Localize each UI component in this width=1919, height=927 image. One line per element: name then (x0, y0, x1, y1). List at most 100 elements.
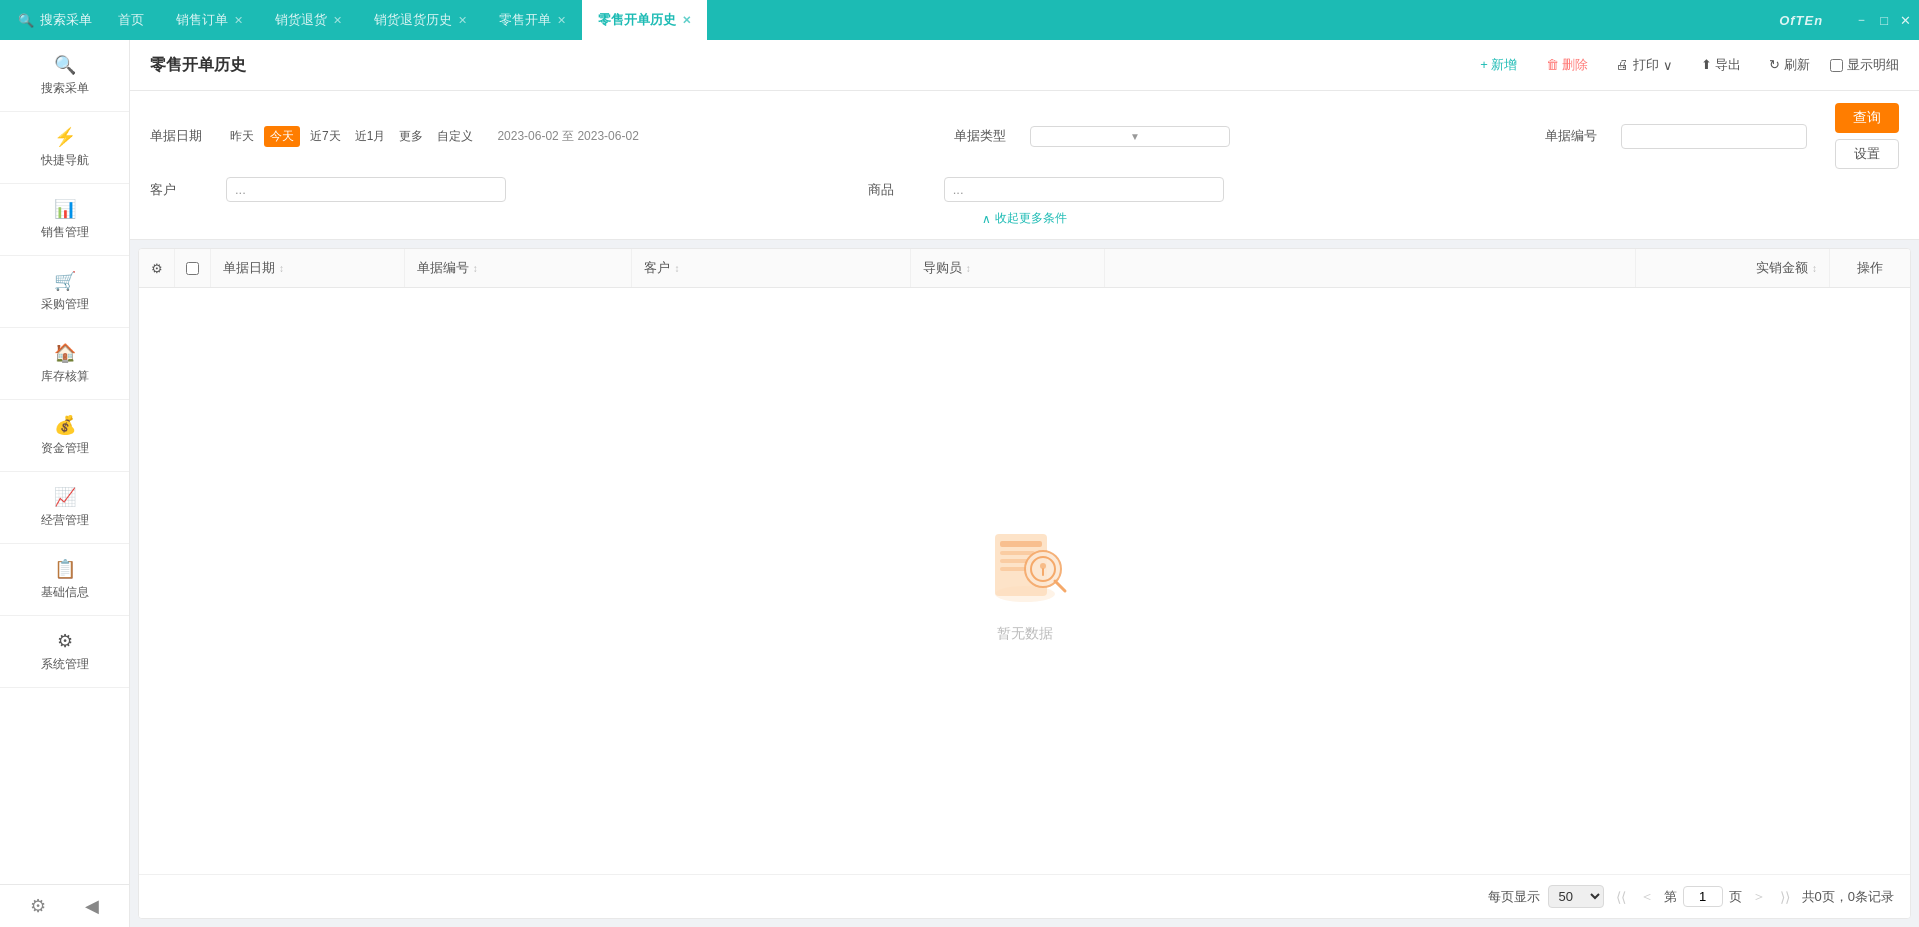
sidebar-icon-system: ⚙ (57, 630, 73, 652)
th-guide-label: 导购员 (923, 259, 962, 277)
date-buttons: 昨天今天近7天近1月更多自定义 (226, 126, 477, 147)
product-select[interactable]: ... (944, 177, 1224, 202)
next-page-btn[interactable]: ＞ (1748, 886, 1770, 908)
per-page-select[interactable]: 50 10 20 100 (1548, 885, 1604, 908)
per-page-label: 每页显示 (1488, 888, 1540, 906)
th-number-label: 单据编号 (417, 259, 469, 277)
sort-number-icon: ↕ (473, 263, 478, 274)
type-arrow: ▼ (1130, 131, 1221, 142)
date-btn-自定义[interactable]: 自定义 (433, 126, 477, 147)
nav-tab-sales-return[interactable]: 销货退货 ✕ (259, 0, 358, 40)
th-check (175, 249, 211, 287)
sidebar-icon-inventory: 🏠 (54, 342, 76, 364)
search-icon: 🔍 (18, 13, 34, 28)
nav-tab-retail-open[interactable]: 零售开单 ✕ (483, 0, 582, 40)
total-info: 共0页，0条记录 (1802, 888, 1894, 906)
product-label: 商品 (868, 181, 928, 199)
tab-close-sales-return-history[interactable]: ✕ (458, 14, 467, 27)
show-detail-label: 显示明细 (1847, 56, 1899, 74)
select-all-checkbox[interactable] (186, 262, 199, 275)
date-btn-近7天[interactable]: 近7天 (306, 126, 345, 147)
th-guide[interactable]: 导购员 ↕ (911, 249, 1105, 287)
settings-icon[interactable]: ⚙ (30, 895, 46, 917)
th-middle (1105, 249, 1637, 287)
brand-text: OfTEn (1779, 13, 1823, 28)
collapse-button[interactable]: ∧ 收起更多条件 (150, 210, 1899, 227)
tab-close-sales-return[interactable]: ✕ (333, 14, 342, 27)
sidebar-icon-search: 🔍 (54, 54, 76, 76)
page-header: 零售开单历史 + 新增 🗑 删除 🖨 打印 ∨ ⬆ 导出 ↻ 刷新 显示明细 (130, 40, 1919, 91)
product-placeholder: ... (953, 182, 1215, 197)
customer-select[interactable]: ... (226, 177, 506, 202)
print-button[interactable]: 🖨 打印 ∨ (1608, 52, 1681, 78)
sidebar-icon-purchase-mgmt: 🛒 (54, 270, 76, 292)
sidebar-item-purchase-mgmt[interactable]: 🛒采购管理 (0, 256, 129, 328)
prev-page-btn[interactable]: ＜ (1636, 886, 1658, 908)
add-button[interactable]: + 新增 (1472, 52, 1525, 78)
sidebar-icon-basic-info: 📋 (54, 558, 76, 580)
nav-tab-sales-order[interactable]: 销售订单 ✕ (160, 0, 259, 40)
nav-tabs: 首页销售订单 ✕销货退货 ✕销货退货历史 ✕零售开单 ✕零售开单历史 ✕ (102, 0, 1779, 40)
first-page-btn[interactable]: ⟨⟨ (1612, 887, 1630, 907)
sidebar-item-sales-mgmt[interactable]: 📊销售管理 (0, 184, 129, 256)
empty-icon (975, 519, 1075, 609)
sidebar-label-business: 经营管理 (41, 512, 89, 529)
sidebar-label-quick-nav: 快捷导航 (41, 152, 89, 169)
table-area: ⚙ 单据日期 ↕ 单据编号 ↕ 客户 ↕ 导购员 ↕ (138, 248, 1911, 919)
date-btn-更多[interactable]: 更多 (395, 126, 427, 147)
sidebar-item-search[interactable]: 🔍搜索采单 (0, 40, 129, 112)
tab-close-retail-open[interactable]: ✕ (557, 14, 566, 27)
last-page-btn[interactable]: ⟩⟩ (1776, 887, 1794, 907)
sidebar-item-basic-info[interactable]: 📋 基础信息 (0, 544, 129, 616)
page-label: 第 (1664, 888, 1677, 906)
sidebar-label-basic-info: 基础信息 (41, 584, 89, 601)
sidebar-item-business[interactable]: 📈经营管理 (0, 472, 129, 544)
show-detail-checkbox[interactable]: 显示明细 (1830, 56, 1899, 74)
search-bar[interactable]: 🔍 搜索采单 (8, 0, 102, 40)
th-number[interactable]: 单据编号 ↕ (405, 249, 633, 287)
date-btn-昨天[interactable]: 昨天 (226, 126, 258, 147)
page-title: 零售开单历史 (150, 55, 246, 76)
close-btn[interactable]: ✕ (1900, 13, 1911, 28)
sort-guide-icon: ↕ (966, 263, 971, 274)
refresh-button[interactable]: ↻ 刷新 (1761, 52, 1818, 78)
query-button[interactable]: 查询 (1835, 103, 1899, 133)
customer-label: 客户 (150, 181, 210, 199)
nav-tab-retail-open-history[interactable]: 零售开单历史 ✕ (582, 0, 707, 40)
search-label: 搜索采单 (40, 11, 92, 29)
th-date[interactable]: 单据日期 ↕ (211, 249, 405, 287)
date-label: 单据日期 (150, 127, 210, 145)
table-header: ⚙ 单据日期 ↕ 单据编号 ↕ 客户 ↕ 导购员 ↕ (139, 249, 1910, 288)
delete-button[interactable]: 🗑 删除 (1538, 52, 1597, 78)
th-gear[interactable]: ⚙ (139, 249, 175, 287)
maximize-btn[interactable]: □ (1880, 13, 1888, 28)
collapse-icon[interactable]: ◀ (85, 895, 99, 917)
toolbar: + 新增 🗑 删除 🖨 打印 ∨ ⬆ 导出 ↻ 刷新 显示明细 (1472, 52, 1899, 78)
date-btn-近1月[interactable]: 近1月 (351, 126, 390, 147)
page-suffix: 页 (1729, 888, 1742, 906)
minimize-btn[interactable]: － (1855, 11, 1868, 29)
date-btn-今天[interactable]: 今天 (264, 126, 300, 147)
sidebar-item-system[interactable]: ⚙ 系统管理 (0, 616, 129, 688)
show-detail-input[interactable] (1830, 59, 1843, 72)
page-nav: ⟨⟨ ＜ 第 页 ＞ ⟩⟩ (1612, 886, 1794, 908)
sidebar-label-sales-mgmt: 销售管理 (41, 224, 89, 241)
sidebar-item-inventory[interactable]: 🏠库存核算 (0, 328, 129, 400)
sidebar-item-quick-nav[interactable]: ⚡快捷导航 (0, 112, 129, 184)
th-customer[interactable]: 客户 ↕ (632, 249, 910, 287)
filter-settings-button[interactable]: 设置 (1835, 139, 1899, 169)
tab-close-retail-open-history[interactable]: ✕ (682, 14, 691, 27)
nav-tab-home[interactable]: 首页 (102, 0, 160, 40)
number-input[interactable] (1621, 124, 1807, 149)
sidebar-label-system: 系统管理 (41, 656, 89, 673)
main-layout: 🔍搜索采单⚡快捷导航📊销售管理🛒采购管理🏠库存核算💰资金管理📈经营管理 📋 基础信息… (0, 40, 1919, 927)
sidebar-item-finance[interactable]: 💰资金管理 (0, 400, 129, 472)
th-customer-label: 客户 (644, 259, 670, 277)
th-amount[interactable]: 实销金额 ↕ (1636, 249, 1830, 287)
export-button[interactable]: ⬆ 导出 (1693, 52, 1750, 78)
page-input[interactable] (1683, 886, 1723, 907)
tab-close-sales-order[interactable]: ✕ (234, 14, 243, 27)
type-select[interactable]: ▼ (1030, 126, 1230, 147)
sidebar-items-container: 🔍搜索采单⚡快捷导航📊销售管理🛒采购管理🏠库存核算💰资金管理📈经营管理 📋 基础信息… (0, 40, 129, 884)
nav-tab-sales-return-history[interactable]: 销货退货历史 ✕ (358, 0, 483, 40)
